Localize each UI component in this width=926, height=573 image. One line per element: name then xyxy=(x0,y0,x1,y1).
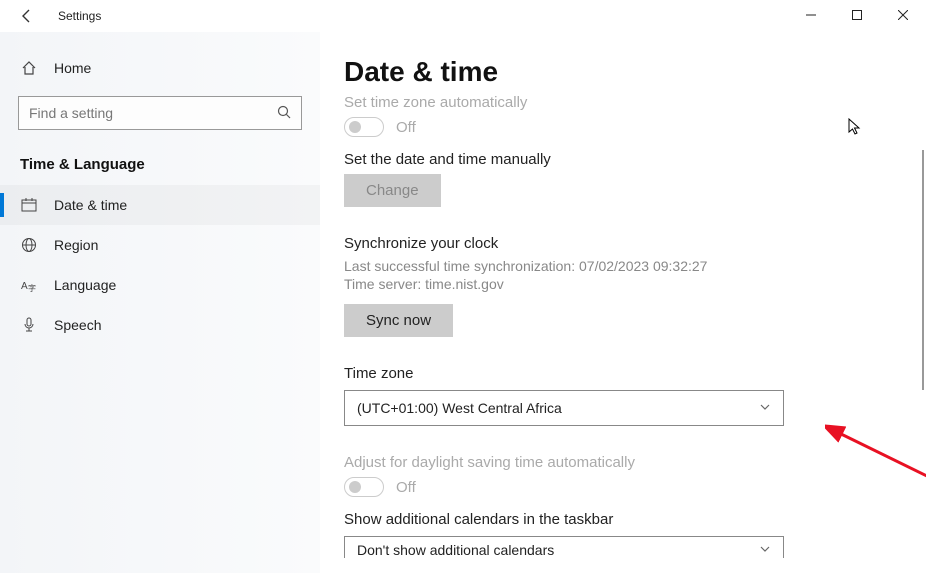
clock-icon xyxy=(20,197,38,213)
calendars-value: Don't show additional calendars xyxy=(357,542,554,558)
svg-text:字: 字 xyxy=(28,283,36,293)
timezone-label: Time zone xyxy=(344,365,890,382)
maximize-button[interactable] xyxy=(834,0,880,30)
auto-timezone-state: Off xyxy=(396,119,416,136)
last-sync-text: Last successful time synchronization: 07… xyxy=(344,258,890,274)
search-icon xyxy=(277,105,291,122)
dst-state: Off xyxy=(396,479,416,496)
language-icon: A字 xyxy=(20,277,38,293)
mic-icon xyxy=(20,317,38,333)
sync-heading: Synchronize your clock xyxy=(344,235,890,252)
close-icon xyxy=(898,10,908,20)
sidebar-item-date-time[interactable]: Date & time xyxy=(0,185,320,225)
section-header: Time & Language xyxy=(0,130,320,185)
timezone-value: (UTC+01:00) West Central Africa xyxy=(357,400,562,416)
sidebar-item-speech[interactable]: Speech xyxy=(0,305,320,345)
time-server-text: Time server: time.nist.gov xyxy=(344,276,890,292)
sidebar-item-label: Date & time xyxy=(54,197,127,213)
timezone-select[interactable]: (UTC+01:00) West Central Africa xyxy=(344,390,784,426)
dst-toggle xyxy=(344,477,384,497)
auto-timezone-toggle xyxy=(344,117,384,137)
chevron-down-icon xyxy=(759,543,771,558)
change-button[interactable]: Change xyxy=(344,174,441,207)
calendars-label: Show additional calendars in the taskbar xyxy=(344,511,890,528)
sidebar-item-label: Language xyxy=(54,277,116,293)
svg-text:A: A xyxy=(21,281,28,292)
minimize-button[interactable] xyxy=(788,0,834,30)
calendars-select[interactable]: Don't show additional calendars xyxy=(344,536,784,558)
home-label: Home xyxy=(54,60,91,76)
auto-timezone-label: Set time zone automatically xyxy=(344,94,890,111)
title-bar: Settings xyxy=(0,0,926,32)
search-input-container[interactable] xyxy=(18,96,302,130)
maximize-icon xyxy=(852,10,862,20)
sidebar: Home Time & Language Date & time Region … xyxy=(0,32,320,573)
sidebar-item-label: Speech xyxy=(54,317,101,333)
sync-now-button[interactable]: Sync now xyxy=(344,304,453,337)
minimize-icon xyxy=(806,10,816,20)
main-content: Date & time Set time zone automatically … xyxy=(320,32,926,573)
arrow-left-icon xyxy=(19,8,35,24)
back-button[interactable] xyxy=(14,3,40,29)
page-title: Date & time xyxy=(344,56,890,88)
chevron-down-icon xyxy=(759,401,771,416)
home-icon xyxy=(20,60,38,76)
home-button[interactable]: Home xyxy=(0,54,320,82)
window-title: Settings xyxy=(58,9,101,23)
sidebar-item-language[interactable]: A字 Language xyxy=(0,265,320,305)
sidebar-item-region[interactable]: Region xyxy=(0,225,320,265)
manual-date-label: Set the date and time manually xyxy=(344,151,890,168)
globe-icon xyxy=(20,237,38,253)
scrollbar[interactable] xyxy=(922,150,924,390)
dst-label: Adjust for daylight saving time automati… xyxy=(344,454,890,471)
search-input[interactable] xyxy=(29,105,277,121)
sidebar-item-label: Region xyxy=(54,237,98,253)
close-button[interactable] xyxy=(880,0,926,30)
